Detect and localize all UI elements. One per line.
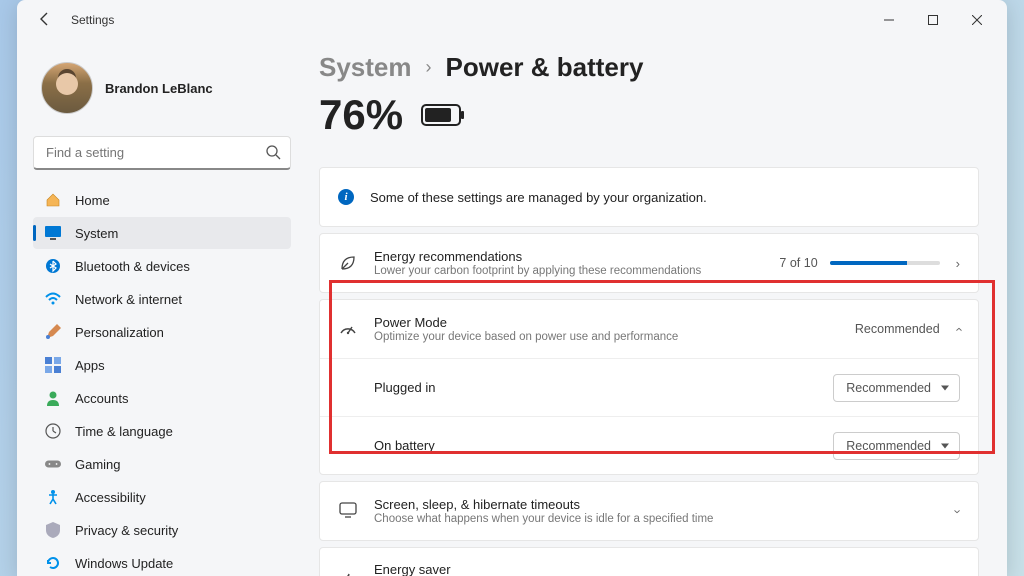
- minimize-icon: [884, 15, 894, 25]
- on-battery-dropdown[interactable]: Recommended: [833, 432, 960, 460]
- screen-sleep-row[interactable]: Screen, sleep, & hibernate timeouts Choo…: [319, 481, 979, 541]
- row-title: Power Mode: [374, 315, 839, 330]
- body: Brandon LeBlanc Home System Bluetooth & …: [17, 40, 1007, 576]
- search-box: [33, 136, 291, 170]
- power-mode-header[interactable]: Power Mode Optimize your device based on…: [320, 300, 978, 358]
- gauge-icon: [338, 319, 358, 339]
- sidebar-item-gaming[interactable]: Gaming: [33, 448, 291, 480]
- row-subtitle: Lower your carbon footprint by applying …: [374, 265, 763, 277]
- home-icon: [45, 192, 61, 208]
- row-subtitle: Optimize your device based on power use …: [374, 331, 839, 343]
- close-button[interactable]: [955, 4, 999, 36]
- breadcrumb-parent[interactable]: System: [319, 52, 412, 83]
- apps-icon: [45, 357, 61, 373]
- shield-icon: [45, 522, 61, 538]
- plugged-in-row: Plugged in Recommended: [320, 358, 978, 416]
- sidebar-item-label: System: [75, 226, 118, 241]
- row-title: Screen, sleep, & hibernate timeouts: [374, 497, 936, 512]
- org-message: i Some of these settings are managed by …: [319, 167, 979, 227]
- arrow-left-icon: [37, 11, 53, 27]
- plugged-in-label: Plugged in: [374, 380, 817, 395]
- user-name: Brandon LeBlanc: [105, 81, 213, 96]
- energy-recommendations-row[interactable]: Energy recommendations Lower your carbon…: [319, 233, 979, 293]
- power-mode-section: Power Mode Optimize your device based on…: [319, 299, 979, 475]
- row-title: Energy recommendations: [374, 249, 763, 264]
- on-battery-row: On battery Recommended: [320, 416, 978, 474]
- sidebar-item-label: Privacy & security: [75, 523, 178, 538]
- maximize-button[interactable]: [911, 4, 955, 36]
- nav: Home System Bluetooth & devices Network …: [33, 184, 291, 576]
- gamepad-icon: [45, 456, 61, 472]
- energy-progress: [830, 261, 940, 265]
- sidebar-item-label: Time & language: [75, 424, 173, 439]
- sidebar-item-system[interactable]: System: [33, 217, 291, 249]
- sidebar-item-label: Network & internet: [75, 292, 182, 307]
- chevron-down-icon: ›: [950, 509, 965, 513]
- sidebar-item-label: Personalization: [75, 325, 164, 340]
- search-icon: [265, 144, 281, 165]
- accessibility-icon: [45, 489, 61, 505]
- sidebar-item-label: Accessibility: [75, 490, 146, 505]
- row-title: Energy saver: [374, 562, 832, 576]
- close-icon: [972, 15, 982, 25]
- sidebar-item-label: Apps: [75, 358, 105, 373]
- minimize-button[interactable]: [867, 4, 911, 36]
- battery-summary: 76%: [319, 91, 979, 139]
- maximize-icon: [928, 15, 938, 25]
- chevron-right-icon: ›: [956, 256, 960, 271]
- plugged-in-dropdown[interactable]: Recommended: [833, 374, 960, 402]
- sidebar-item-label: Windows Update: [75, 556, 173, 571]
- battery-icon: [421, 104, 465, 126]
- sidebar-item-privacy[interactable]: Privacy & security: [33, 514, 291, 546]
- system-icon: [45, 225, 61, 241]
- sidebar-item-label: Gaming: [75, 457, 121, 472]
- avatar: [41, 62, 93, 114]
- settings-window: Settings Brandon LeBlanc Home System Blu…: [17, 0, 1007, 576]
- info-icon: i: [338, 189, 354, 205]
- wifi-icon: [45, 291, 61, 307]
- sidebar-item-update[interactable]: Windows Update: [33, 547, 291, 576]
- org-message-text: Some of these settings are managed by yo…: [370, 190, 960, 205]
- window-buttons: [867, 4, 999, 36]
- chevron-up-icon: ›: [950, 327, 965, 331]
- breadcrumb: System › Power & battery: [319, 52, 979, 83]
- leaf-icon: [338, 253, 358, 273]
- battery-percent: 76%: [319, 91, 403, 139]
- on-battery-label: On battery: [374, 438, 817, 453]
- clock-globe-icon: [45, 423, 61, 439]
- bluetooth-icon: [45, 258, 61, 274]
- sidebar-item-apps[interactable]: Apps: [33, 349, 291, 381]
- user-block[interactable]: Brandon LeBlanc: [33, 48, 291, 134]
- energy-count: 7 of 10: [779, 256, 817, 270]
- update-icon: [45, 555, 61, 571]
- sidebar-item-label: Bluetooth & devices: [75, 259, 190, 274]
- energy-saver-row[interactable]: Energy saver Reduce power consumption an…: [319, 547, 979, 576]
- main-content: System › Power & battery 76% i Some of t…: [307, 40, 1007, 576]
- sidebar-item-label: Home: [75, 193, 110, 208]
- search-input[interactable]: [33, 136, 291, 170]
- chevron-right-icon: ›: [426, 57, 432, 78]
- sidebar-item-network[interactable]: Network & internet: [33, 283, 291, 315]
- sidebar-item-label: Accounts: [75, 391, 128, 406]
- screen-icon: [338, 501, 358, 521]
- page-title: Power & battery: [446, 52, 644, 83]
- sidebar: Brandon LeBlanc Home System Bluetooth & …: [17, 40, 307, 576]
- row-subtitle: Choose what happens when your device is …: [374, 513, 936, 525]
- paint-icon: [45, 324, 61, 340]
- sidebar-item-bluetooth[interactable]: Bluetooth & devices: [33, 250, 291, 282]
- app-title: Settings: [71, 13, 114, 27]
- sidebar-item-personalization[interactable]: Personalization: [33, 316, 291, 348]
- sidebar-item-accounts[interactable]: Accounts: [33, 382, 291, 414]
- energy-saver-icon: [338, 572, 358, 576]
- power-mode-value: Recommended: [855, 322, 940, 336]
- sidebar-item-accessibility[interactable]: Accessibility: [33, 481, 291, 513]
- person-icon: [45, 390, 61, 406]
- sidebar-item-time[interactable]: Time & language: [33, 415, 291, 447]
- sidebar-item-home[interactable]: Home: [33, 184, 291, 216]
- back-button[interactable]: [37, 11, 55, 29]
- titlebar: Settings: [17, 0, 1007, 40]
